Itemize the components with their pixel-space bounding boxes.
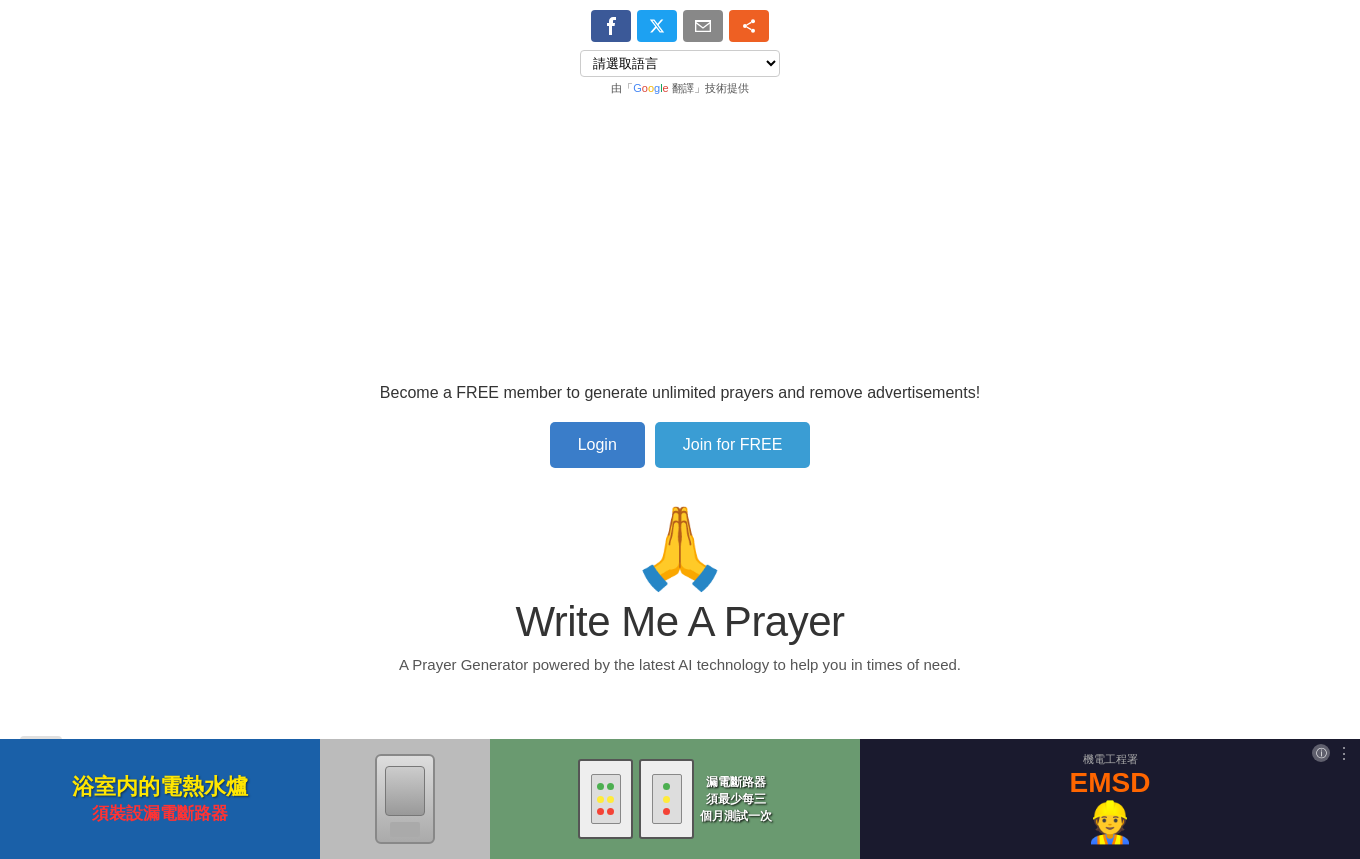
ad-more-icon[interactable]: ⋮ <box>1336 744 1352 763</box>
svg-point-2 <box>751 29 755 33</box>
emsd-logo: EMSD <box>1070 767 1151 799</box>
login-button[interactable]: Login <box>550 422 645 468</box>
svg-line-4 <box>747 22 752 25</box>
ad-banner: 浴室内的電熱水爐 須裝設漏電斷路器 <box>0 739 1360 859</box>
svg-point-1 <box>743 24 747 28</box>
social-buttons <box>591 10 769 42</box>
ad-info-icon[interactable]: ⓘ <box>1312 744 1330 762</box>
ad-segment-left: 浴室内的電熱水爐 須裝設漏電斷路器 <box>0 739 320 859</box>
prayer-emoji: 🙏 <box>630 508 730 588</box>
ad-right-line3: 個月測試一次 <box>700 808 772 825</box>
language-selector: 請選取語言 由「Google 翻譯」技術提供 <box>580 50 780 96</box>
main-content: Become a FREE member to generate unlimit… <box>0 104 1360 673</box>
twitter-share-button[interactable] <box>637 10 677 42</box>
button-group: Login Join for FREE <box>550 422 811 468</box>
ad-right-text: 漏電斷路器 須最少每三 個月測試一次 <box>700 774 772 825</box>
ad-segment-circuit: 漏電斷路器 須最少每三 個月測試一次 <box>490 739 860 859</box>
email-share-button[interactable] <box>683 10 723 42</box>
circuit-box-2 <box>639 759 694 839</box>
join-button[interactable]: Join for FREE <box>655 422 811 468</box>
ad-segment-heater <box>320 739 490 859</box>
top-bar: 請選取語言 由「Google 翻譯」技術提供 <box>0 0 1360 104</box>
ad-visual: 浴室内的電熱水爐 須裝設漏電斷路器 <box>0 739 1360 859</box>
emsd-person-icon: 👷 <box>1085 799 1135 846</box>
membership-prompt: Become a FREE member to generate unlimit… <box>380 384 980 402</box>
water-heater-image <box>375 754 435 844</box>
page-subtitle: A Prayer Generator powered by the latest… <box>399 656 961 673</box>
google-translate-credit: 由「Google 翻譯」技術提供 <box>611 81 749 96</box>
page-title: Write Me A Prayer <box>515 598 844 646</box>
sharethis-button[interactable] <box>729 10 769 42</box>
ad-segment-emsd: 機電工程署 EMSD 👷 <box>860 739 1360 859</box>
svg-point-0 <box>751 19 755 23</box>
ad-title-line2: 須裝設漏電斷路器 <box>92 802 228 825</box>
facebook-share-button[interactable] <box>591 10 631 42</box>
language-select-dropdown[interactable]: 請選取語言 <box>580 50 780 77</box>
circuit-box-1 <box>578 759 633 839</box>
ad-right-line2: 須最少每三 <box>700 791 772 808</box>
ad-right-line1: 漏電斷路器 <box>700 774 772 791</box>
svg-line-3 <box>747 27 752 30</box>
ad-engineer-label: 機電工程署 <box>1083 752 1138 767</box>
ad-title-line1: 浴室内的電熱水爐 <box>72 773 248 802</box>
